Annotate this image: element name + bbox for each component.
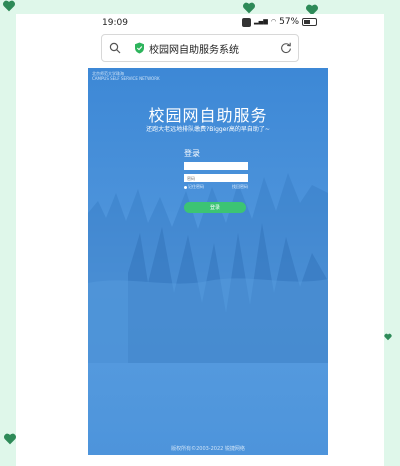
status-time: 19:09 — [102, 18, 128, 28]
signal-icon: ▂▄▆ — [254, 18, 268, 25]
home-icon[interactable] — [148, 460, 158, 466]
forgot-password-link[interactable]: 找回密码 — [232, 184, 248, 190]
page-title: 校园网自助服务系统 — [149, 44, 239, 56]
forest-background-image — [88, 173, 328, 363]
notification-icon — [242, 17, 251, 27]
site-tag-line2: CAMPUS SELF SERVICE NETWORK — [92, 76, 160, 81]
hero-title: 校园网自助服务 — [148, 106, 268, 125]
address-bar[interactable]: 校园网自助服务系统 — [101, 34, 299, 62]
username-field[interactable] — [184, 162, 248, 170]
site-tag: 北京师范大学珠海 CAMPUS SELF SERVICE NETWORK — [92, 71, 160, 81]
battery-percent: 57% — [279, 17, 300, 27]
heart-decoration-icon — [242, 2, 256, 14]
status-bar: 19:09 ▂▄▆ ◠ 57% — [16, 14, 384, 34]
back-icon[interactable] — [110, 460, 120, 466]
secure-shield-icon — [132, 42, 146, 54]
login-title: 登录 — [184, 149, 200, 158]
login-options: 记住密码 找回密码 — [184, 184, 248, 190]
heart-decoration-icon — [3, 433, 17, 445]
wifi-icon: ◠ — [270, 18, 277, 25]
remember-label: 记住密码 — [188, 184, 204, 189]
login-button[interactable]: 登录 — [184, 202, 246, 213]
menu-icon[interactable] — [198, 460, 208, 466]
remember-password-checkbox[interactable]: 记住密码 — [184, 184, 204, 190]
phone-screen: 19:09 ▂▄▆ ◠ 57% 校园网自助服务系统 北京师范大学珠海 CAMPU — [16, 14, 384, 466]
radio-dot-icon — [184, 185, 187, 189]
status-icons: ▂▄▆ ◠ 57% — [242, 17, 318, 27]
webpage-content: 北京师范大学珠海 CAMPUS SELF SERVICE NETWORK 校园网… — [88, 68, 328, 455]
hero-subtitle: 还跑大老远地排队缴费?Bigger高的早自助了~ — [146, 126, 270, 133]
heart-decoration-icon — [2, 0, 16, 12]
tabs-icon[interactable] — [244, 460, 254, 466]
nav-bar — [16, 460, 384, 466]
battery-icon — [302, 18, 318, 26]
heart-decoration-icon — [384, 331, 392, 343]
password-field[interactable] — [184, 174, 248, 182]
copyright-text: 版权所有©2003-2022 锐捷网络 — [171, 446, 245, 452]
search-icon[interactable] — [102, 42, 128, 54]
login-form: 登录 记住密码 找回密码 — [184, 148, 248, 190]
profile-icon[interactable] — [284, 460, 294, 466]
reload-icon[interactable] — [274, 42, 298, 54]
